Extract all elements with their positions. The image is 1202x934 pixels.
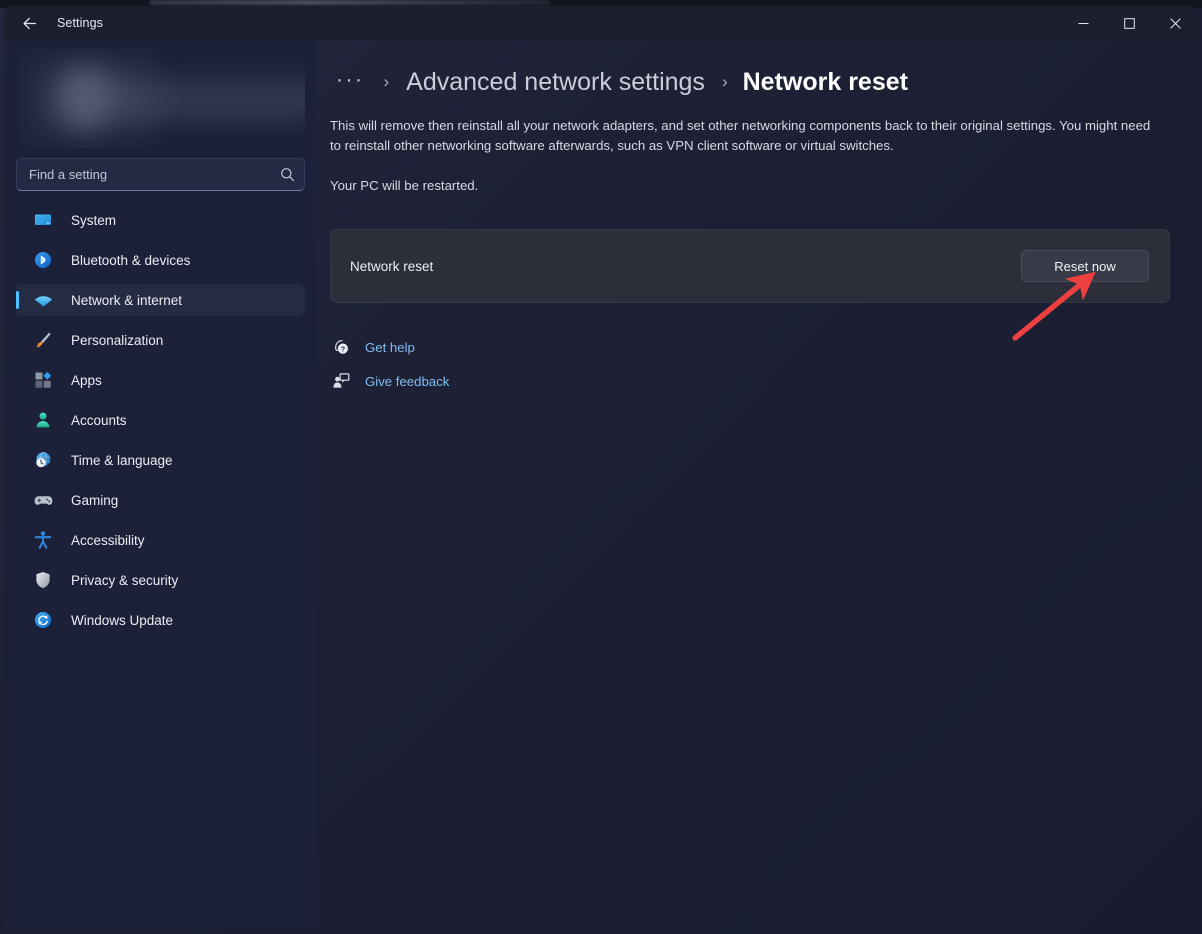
sidebar-item-gaming[interactable]: Gaming [16,484,305,516]
sidebar-item-label: System [71,212,117,228]
sidebar-item-label: Apps [71,372,102,388]
minimize-icon [1078,22,1088,24]
back-button[interactable] [12,8,46,38]
chevron-right-icon: › [721,72,728,91]
sidebar-item-label: Network & internet [71,292,183,308]
description-paragraph-2: Your PC will be restarted. [330,178,479,193]
sidebar-item-accessibility[interactable]: Accessibility [16,524,305,556]
accessibility-icon [32,529,54,551]
apps-grid-icon [32,369,54,391]
sidebar-item-windows-update[interactable]: Windows Update [16,604,305,636]
chevron-right-icon: › [383,72,390,91]
avatar [54,66,118,130]
search-button[interactable] [270,158,304,191]
sidebar-item-system[interactable]: System [16,204,305,236]
minimize-button[interactable] [1060,6,1106,40]
sidebar-item-time-language[interactable]: Time & language [16,444,305,476]
feedback-person-icon [330,370,352,392]
sidebar-item-label: Windows Update [71,612,174,628]
maximize-button[interactable] [1106,6,1152,40]
settings-window-screenshot: Settings Find a setting System Bluetooth… [0,0,1202,934]
sidebar-item-label: Accessibility [71,532,145,548]
bluetooth-icon [32,249,54,271]
title-bar: Settings [4,6,1198,40]
account-email-blurred [112,104,305,122]
person-icon [32,409,54,431]
background-window-sliver [150,0,550,5]
search-box[interactable] [16,158,305,191]
sidebar-item-accounts[interactable]: Accounts [16,404,305,436]
shield-icon [32,569,54,591]
sidebar-item-privacy-security[interactable]: Privacy & security [16,564,305,596]
close-icon [1169,17,1181,29]
get-help-link[interactable]: ? Get help [330,333,500,361]
sidebar-item-label: Bluetooth & devices [71,252,191,268]
gamepad-icon [32,489,54,511]
give-feedback-link[interactable]: Give feedback [330,367,500,395]
settings-window: Settings Find a setting System Bluetooth… [4,6,1198,928]
app-title: Settings [57,16,103,30]
sidebar-item-personalization[interactable]: Personalization [16,324,305,356]
sidebar-item-label: Personalization [71,332,164,348]
sidebar-item-bluetooth-devices[interactable]: Bluetooth & devices [16,244,305,276]
refresh-sync-icon [32,609,54,631]
main-content: ··· › Advanced network settings › Networ… [317,40,1198,928]
sidebar-item-apps[interactable]: Apps [16,364,305,396]
page-title: Network reset [742,67,908,96]
user-account-card[interactable] [16,48,305,148]
reset-now-button[interactable]: Reset now [1021,250,1149,282]
wifi-icon [32,289,54,311]
network-reset-card: Network reset Reset now [330,229,1170,303]
sidebar-nav: System Bluetooth & devices Network & int… [4,204,317,636]
search-input[interactable] [17,167,270,182]
card-title: Network reset [350,258,434,274]
window-controls [1060,6,1198,40]
globe-clock-icon [32,449,54,471]
breadcrumb-overflow-button[interactable]: ··· [330,65,370,100]
help-question-icon: ? [330,336,352,358]
sidebar-item-label: Time & language [71,452,173,468]
maximize-icon [1123,17,1135,29]
sidebar-item-network-internet[interactable]: Network & internet [16,284,305,316]
svg-text:?: ? [341,344,345,353]
breadcrumb-parent-link[interactable]: Advanced network settings [402,67,709,98]
breadcrumb: ··· › Advanced network settings › Networ… [330,64,1198,100]
close-button[interactable] [1152,6,1198,40]
sidebar-item-label: Gaming [71,492,119,508]
description-paragraph-1: This will remove then reinstall all your… [330,118,1151,153]
sidebar: System Bluetooth & devices [4,40,317,928]
paintbrush-icon [32,329,54,351]
link-label: Give feedback [365,373,450,389]
arrow-left-icon [22,17,36,29]
link-label: Get help [365,339,415,355]
sidebar-item-label: Accounts [71,412,127,428]
monitor-icon [32,209,54,231]
help-links: ? Get help Give feedback [330,333,1198,395]
sidebar-item-label: Privacy & security [71,572,179,588]
search-icon [280,168,294,182]
